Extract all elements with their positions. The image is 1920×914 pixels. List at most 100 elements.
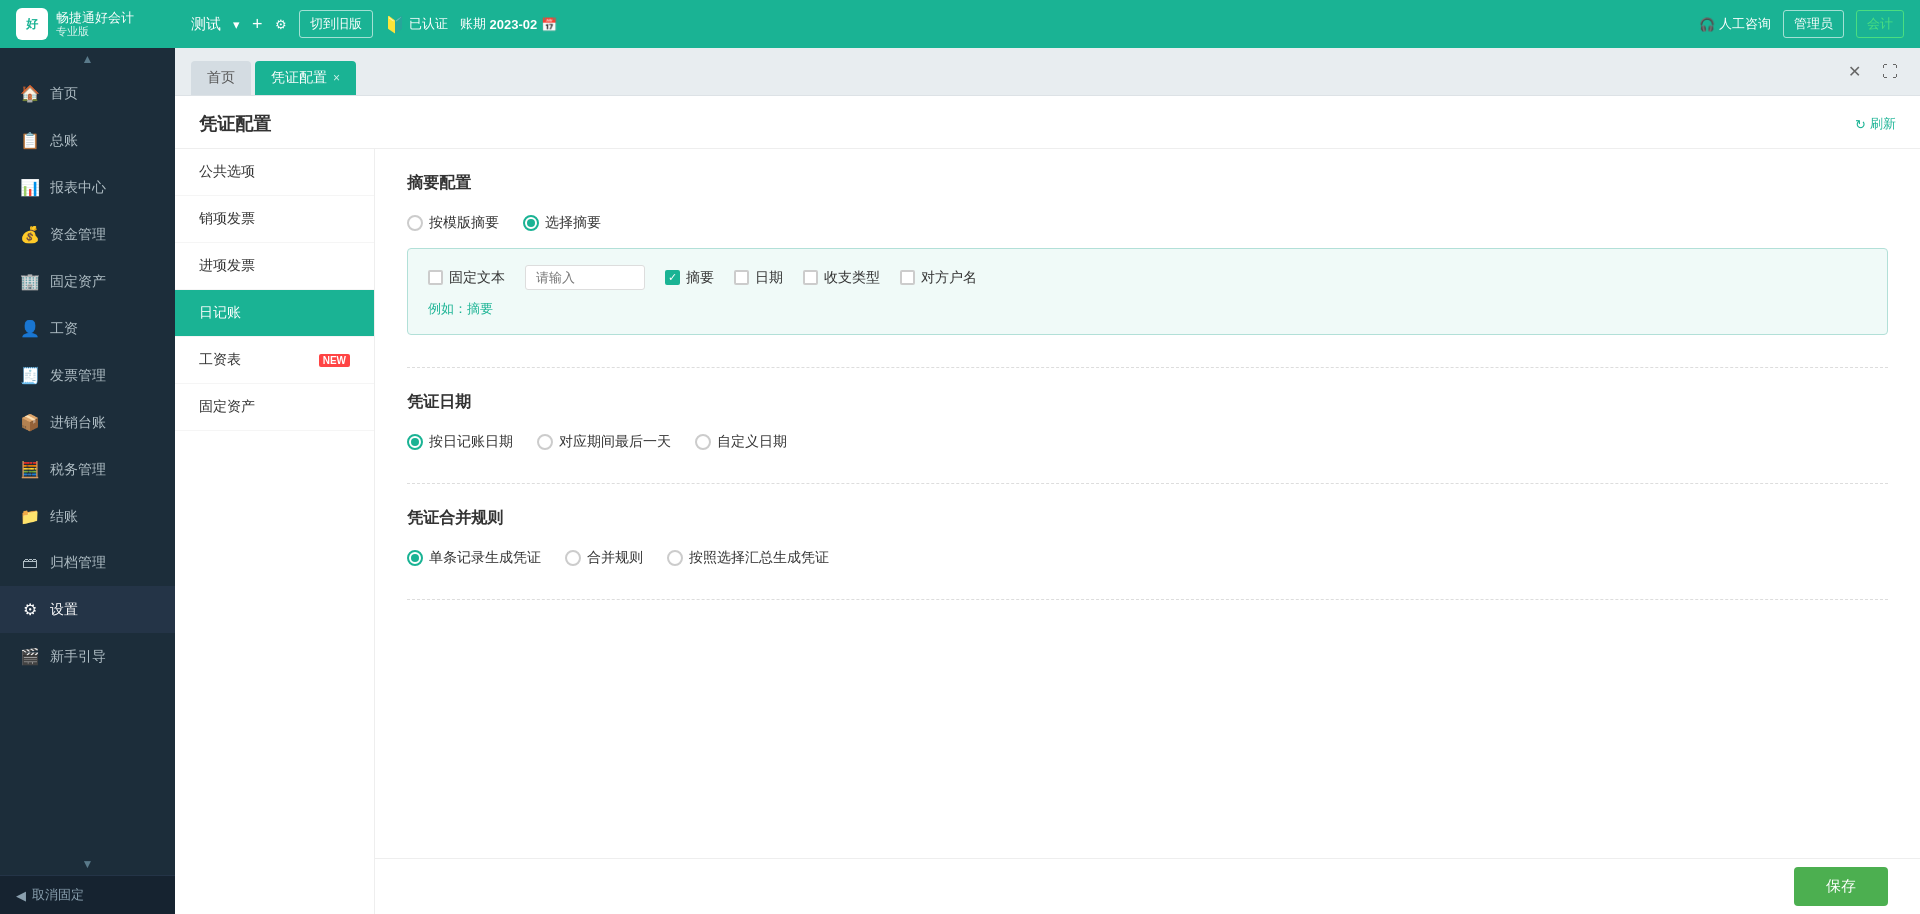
right-panel: 摘要配置 按模版摘要 选择摘要 [375, 149, 1920, 858]
nav-sales-invoice[interactable]: 销项发票 [175, 196, 374, 243]
checkbox-income-type[interactable]: 收支类型 [803, 269, 880, 287]
summary-checkbox-input[interactable] [665, 270, 680, 285]
header-right: 🎧 人工咨询 管理员 会计 [1699, 10, 1904, 38]
tax-icon: 🧮 [20, 460, 40, 479]
sidebar-item-archive[interactable]: 🗃 归档管理 [0, 540, 175, 586]
nav-journal[interactable]: 日记账 [175, 290, 374, 337]
tab-actions: ✕ ⛶ [1840, 58, 1904, 86]
refresh-button[interactable]: ↻ 刷新 [1855, 115, 1896, 133]
radio-single-record[interactable]: 单条记录生成凭证 [407, 549, 541, 567]
settings-button[interactable]: ⚙ [275, 17, 287, 32]
radio-period-last[interactable]: 对应期间最后一天 [537, 433, 671, 451]
radio-merge-rules-input[interactable] [565, 550, 581, 566]
example-text: 例如：摘要 [428, 300, 1867, 318]
nav-purchase-invoice[interactable]: 进项发票 [175, 243, 374, 290]
nav-payroll-table[interactable]: 工资表 NEW [175, 337, 374, 384]
checkbox-counterpart[interactable]: 对方户名 [900, 269, 977, 287]
radio-single-input[interactable] [407, 550, 423, 566]
fixed-text-input[interactable] [525, 265, 645, 290]
sidebar-cancel-fixed[interactable]: ◀ 取消固定 [0, 875, 175, 914]
radio-by-selection-input[interactable] [667, 550, 683, 566]
sidebar-label: 税务管理 [50, 461, 106, 479]
top-header: 好 畅捷通好会计 专业版 测试 ▾ + ⚙ 切到旧版 🔰 已认证 账期 2023… [0, 0, 1920, 48]
sidebar-scroll-down[interactable]: ▼ [0, 853, 175, 875]
sidebar-item-tax[interactable]: 🧮 税务管理 [0, 446, 175, 493]
sidebar-item-fixed-assets[interactable]: 🏢 固定资产 [0, 258, 175, 305]
pin-icon: ◀ [16, 888, 26, 903]
switch-old-button[interactable]: 切到旧版 [299, 10, 373, 38]
radio-journal-date[interactable]: 按日记账日期 [407, 433, 513, 451]
fullscreen-button[interactable]: ⛶ [1876, 58, 1904, 86]
chevron-down-icon: ▾ [233, 17, 240, 32]
reports-icon: 📊 [20, 178, 40, 197]
sidebar-item-home[interactable]: 🏠 首页 [0, 70, 175, 117]
sidebar-item-close[interactable]: 📁 结账 [0, 493, 175, 540]
counterpart-checkbox-input[interactable] [900, 270, 915, 285]
radio-template-summary[interactable]: 按模版摘要 [407, 214, 499, 232]
sidebar-item-funds[interactable]: 💰 资金管理 [0, 211, 175, 258]
company-name: 测试 [191, 15, 221, 34]
dropdown-button[interactable]: ▾ [233, 17, 240, 32]
page-title: 凭证配置 [199, 112, 271, 136]
radio-period-last-input[interactable] [537, 434, 553, 450]
sidebar-label: 首页 [50, 85, 78, 103]
sidebar-item-reports[interactable]: 📊 报表中心 [0, 164, 175, 211]
calendar-icon[interactable]: 📅 [541, 17, 557, 32]
archive-icon: 🗃 [20, 554, 40, 572]
checkbox-date[interactable]: 日期 [734, 269, 783, 287]
fixed-text-checkbox-input[interactable] [428, 270, 443, 285]
date-checkbox-input[interactable] [734, 270, 749, 285]
checkbox-fixed-text[interactable]: 固定文本 [428, 269, 505, 287]
sidebar-label: 资金管理 [50, 226, 106, 244]
radio-by-selection[interactable]: 按照选择汇总生成凭证 [667, 549, 829, 567]
sidebar-item-ledger[interactable]: 📋 总账 [0, 117, 175, 164]
nav-public[interactable]: 公共选项 [175, 149, 374, 196]
radio-template-input[interactable] [407, 215, 423, 231]
tab-home[interactable]: 首页 [191, 61, 251, 95]
sidebar-label: 进销台账 [50, 414, 106, 432]
checkbox-summary[interactable]: 摘要 [665, 269, 714, 287]
save-button[interactable]: 保存 [1794, 867, 1888, 906]
radio-select-input[interactable] [523, 215, 539, 231]
merge-radio-group: 单条记录生成凭证 合并规则 按照选择汇总生成凭证 [407, 549, 1888, 567]
certified-badge: 🔰 已认证 [385, 15, 448, 34]
sidebar: ▲ 🏠 首页 📋 总账 📊 报表中心 💰 资金管理 🏢 固定资产 [0, 48, 175, 914]
consult-button[interactable]: 🎧 人工咨询 [1699, 15, 1771, 33]
sidebar-item-guide[interactable]: 🎬 新手引导 [0, 633, 175, 680]
header-center: 测试 ▾ + ⚙ 切到旧版 🔰 已认证 账期 2023-02 📅 [191, 10, 1699, 38]
sidebar-item-payroll[interactable]: 👤 工资 [0, 305, 175, 352]
user-button[interactable]: 管理员 [1783, 10, 1844, 38]
sidebar-item-invoice[interactable]: 🧾 发票管理 [0, 352, 175, 399]
tab-close-icon[interactable]: × [333, 71, 340, 85]
refresh-icon: ↻ [1855, 117, 1866, 132]
divider-1 [407, 367, 1888, 368]
tab-voucher-config[interactable]: 凭证配置 × [255, 61, 356, 95]
accountant-button[interactable]: 会计 [1856, 10, 1904, 38]
settings-sidebar-icon: ⚙ [20, 600, 40, 619]
add-button[interactable]: + [252, 14, 263, 35]
radio-select-summary[interactable]: 选择摘要 [523, 214, 601, 232]
shield-icon: 🔰 [385, 15, 405, 34]
sub-options-row: 固定文本 摘要 日期 [428, 265, 1867, 290]
sidebar-item-trade[interactable]: 📦 进销台账 [0, 399, 175, 446]
section-date: 凭证日期 按日记账日期 对应期间最后一天 [407, 392, 1888, 451]
income-type-checkbox-input[interactable] [803, 270, 818, 285]
nav-fixed-assets[interactable]: 固定资产 [175, 384, 374, 431]
left-nav: 公共选项 销项发票 进项发票 日记账 工资表 NEW [175, 149, 375, 914]
period-info: 账期 2023-02 📅 [460, 15, 558, 33]
radio-custom-date-input[interactable] [695, 434, 711, 450]
sidebar-scroll-up[interactable]: ▲ [0, 48, 175, 70]
tab-bar: 首页 凭证配置 × ✕ ⛶ [175, 48, 1920, 96]
right-scroll-wrapper: 摘要配置 按模版摘要 选择摘要 [375, 149, 1920, 914]
new-badge: NEW [319, 354, 350, 367]
close-tab-button[interactable]: ✕ [1840, 58, 1868, 86]
divider-2 [407, 483, 1888, 484]
radio-merge-rules[interactable]: 合并规则 [565, 549, 643, 567]
sidebar-item-settings[interactable]: ⚙ 设置 [0, 586, 175, 633]
gear-icon: ⚙ [275, 17, 287, 32]
radio-journal-date-input[interactable] [407, 434, 423, 450]
radio-custom-date[interactable]: 自定义日期 [695, 433, 787, 451]
sidebar-label: 固定资产 [50, 273, 106, 291]
date-radio-group: 按日记账日期 对应期间最后一天 自定义日期 [407, 433, 1888, 451]
invoice-icon: 🧾 [20, 366, 40, 385]
